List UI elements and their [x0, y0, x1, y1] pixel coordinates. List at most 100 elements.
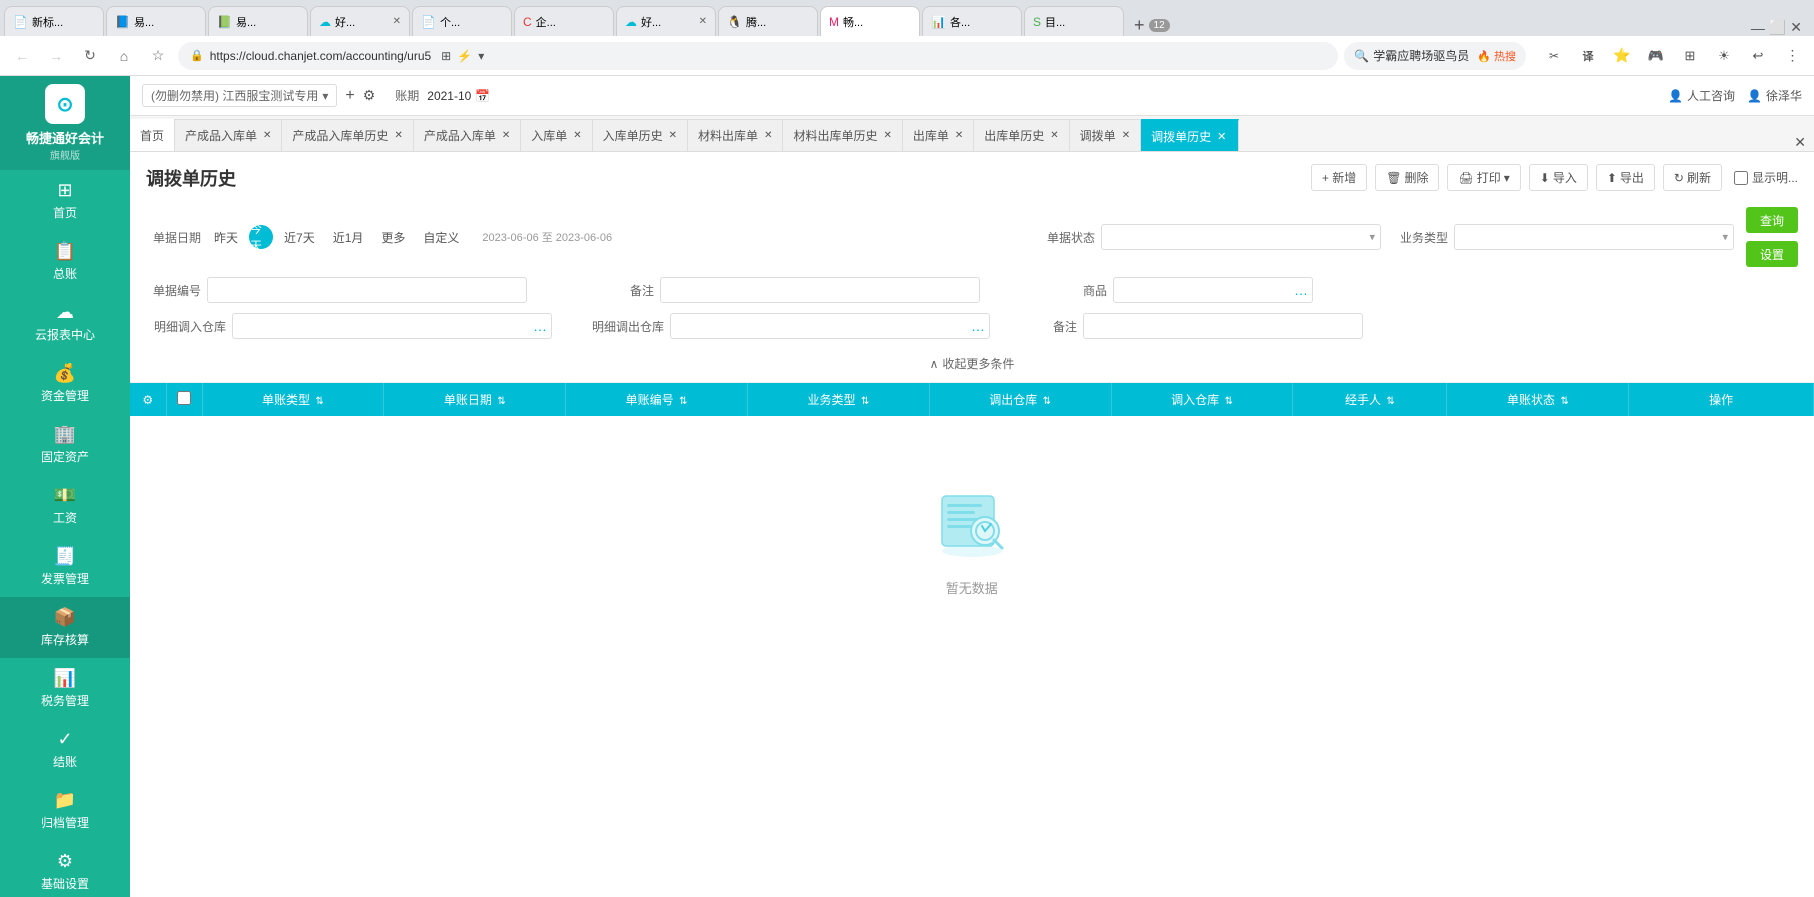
print-button[interactable]: 🖨 打印 ▾ — [1447, 164, 1520, 191]
tab-close-finished-in-history[interactable]: ✕ — [394, 130, 402, 141]
star-button[interactable]: ☆ — [144, 42, 172, 70]
date-btn-1month[interactable]: 近1月 — [326, 226, 371, 249]
export-button[interactable]: ⬆ 导出 — [1596, 164, 1655, 191]
date-btn-7days[interactable]: 近7天 — [277, 226, 322, 249]
filter-detail-in-input-area[interactable]: … — [232, 313, 552, 339]
th-operator[interactable]: 经手人 ⇅ — [1293, 383, 1447, 416]
collapse-button[interactable]: ∧ 收起更多条件 — [922, 353, 1023, 374]
browser-tab-8[interactable]: M 畅... — [820, 6, 920, 36]
translate-icon[interactable]: 译 — [1574, 42, 1602, 70]
refresh-page-button[interactable]: ↻ 刷新 — [1663, 164, 1722, 191]
tab-close-in-history[interactable]: ✕ — [669, 130, 677, 141]
filter-status-select[interactable] — [1101, 224, 1381, 250]
search-bar[interactable]: 🔍 学霸应聘场驱鸟员 🔥 热搜 — [1344, 42, 1526, 70]
tab-close-material-out[interactable]: ✕ — [764, 130, 772, 141]
sidebar-item-invoice[interactable]: 🧾 发票管理 — [0, 536, 130, 597]
goods-more-icon[interactable]: … — [1294, 282, 1308, 298]
tab-right-close[interactable]: ✕ — [1794, 134, 1814, 151]
th-status[interactable]: 单账状态 ⇅ — [1447, 383, 1629, 416]
delete-button[interactable]: 🗑 删除 — [1375, 164, 1439, 191]
query-button[interactable]: 查询 — [1746, 207, 1798, 233]
filter-settings-button[interactable]: 设置 — [1746, 241, 1798, 267]
select-all-checkbox[interactable] — [177, 391, 191, 405]
browser-tab-0[interactable]: 📄 新标... — [4, 6, 104, 36]
browser-tab-10[interactable]: S 目... — [1024, 6, 1124, 36]
tab-in-history[interactable]: 入库单历史 ✕ — [593, 119, 688, 151]
th-date[interactable]: 单账日期 ⇅ — [384, 383, 566, 416]
new-button[interactable]: + 新增 — [1311, 164, 1367, 191]
tab-close-finished-in[interactable]: ✕ — [263, 130, 271, 141]
tab-finished-in-2[interactable]: 产成品入库单 ✕ — [414, 119, 521, 151]
sidebar-item-assets[interactable]: 🏢 固定资产 — [0, 414, 130, 475]
company-selector[interactable]: (勿删勿禁用) 江西服宝测试专用 ▾ — [142, 84, 337, 107]
tab-finished-in-history[interactable]: 产成品入库单历史 ✕ — [282, 119, 413, 151]
tab-close-6[interactable]: ✕ — [699, 16, 707, 27]
scissors-icon[interactable]: ✂ — [1540, 42, 1568, 70]
browser-tab-2[interactable]: 📗 易... — [208, 6, 308, 36]
sidebar-item-inventory[interactable]: 📦 库存核算 — [0, 597, 130, 658]
maximize-button[interactable]: ⬜ — [1769, 19, 1786, 36]
home-button[interactable]: ⌂ — [110, 42, 138, 70]
th-in-warehouse[interactable]: 调入仓库 ⇅ — [1111, 383, 1293, 416]
th-gear[interactable]: ⚙ — [130, 383, 166, 416]
tab-in[interactable]: 入库单 ✕ — [521, 119, 592, 151]
refresh-browser-button[interactable]: ↻ — [76, 42, 104, 70]
sidebar-item-closing[interactable]: ✓ 结账 — [0, 719, 130, 780]
th-out-warehouse[interactable]: 调出仓库 ⇅ — [929, 383, 1111, 416]
add-company-button[interactable]: + — [345, 87, 354, 105]
new-tab-button[interactable]: + — [1134, 15, 1145, 36]
tab-transfer[interactable]: 调拨单 ✕ — [1070, 119, 1141, 151]
brightness-icon[interactable]: ☀ — [1710, 42, 1738, 70]
th-number[interactable]: 单账编号 ⇅ — [566, 383, 748, 416]
filter-note-input[interactable] — [1083, 313, 1363, 339]
tab-close-out[interactable]: ✕ — [955, 130, 963, 141]
tab-close-material-out-history[interactable]: ✕ — [883, 130, 891, 141]
table-gear-icon[interactable]: ⚙ — [142, 393, 153, 407]
tab-out-history[interactable]: 出库单历史 ✕ — [974, 119, 1069, 151]
filter-detail-out-input-area[interactable]: … — [670, 313, 990, 339]
browser-tab-9[interactable]: 📊 各... — [922, 6, 1022, 36]
browser-tab-7[interactable]: 🐧 腾... — [718, 6, 818, 36]
detail-out-more-icon[interactable]: … — [971, 318, 985, 334]
th-type[interactable]: 单账类型 ⇅ — [202, 383, 384, 416]
settings-gear-icon[interactable]: ⚙ — [363, 87, 376, 104]
browser-tab-5[interactable]: C 企... — [514, 6, 614, 36]
th-checkbox[interactable] — [166, 383, 202, 416]
customer-service-btn[interactable]: 👤 人工咨询 — [1668, 87, 1735, 104]
date-btn-more[interactable]: 更多 — [374, 226, 412, 249]
sidebar-item-home[interactable]: ⊞ 首页 — [0, 170, 130, 231]
tab-close-in[interactable]: ✕ — [573, 130, 581, 141]
sidebar-item-settings[interactable]: ⚙ 基础设置 — [0, 841, 130, 897]
sidebar-item-tax[interactable]: 📊 税务管理 — [0, 658, 130, 719]
sidebar-item-archive[interactable]: 📁 归档管理 — [0, 780, 130, 841]
date-btn-yesterday[interactable]: 昨天 — [207, 226, 245, 249]
more-options-icon[interactable]: ⋮ — [1778, 42, 1806, 70]
date-btn-custom[interactable]: 自定义 — [416, 226, 466, 249]
address-bar[interactable]: 🔒 https://cloud.chanjet.com/accounting/u… — [178, 42, 1338, 70]
date-btn-today[interactable]: 今天 — [249, 225, 273, 249]
detail-in-more-icon[interactable]: … — [533, 318, 547, 334]
import-button[interactable]: ⬇ 导入 — [1529, 164, 1588, 191]
tab-home[interactable]: 首页 — [130, 119, 175, 151]
sidebar-logo[interactable]: ⊙ 畅捷通好会计 旗舰版 — [0, 76, 130, 170]
filter-docnum-input[interactable] — [207, 277, 527, 303]
tab-close-transfer[interactable]: ✕ — [1122, 130, 1130, 141]
tab-finished-in[interactable]: 产成品入库单 ✕ — [175, 119, 282, 151]
star-2-icon[interactable]: ⭐ — [1608, 42, 1636, 70]
th-business[interactable]: 业务类型 ⇅ — [747, 383, 929, 416]
sidebar-item-funds[interactable]: 💰 资金管理 — [0, 353, 130, 414]
tab-close-3[interactable]: ✕ — [393, 16, 401, 27]
game-icon[interactable]: 🎮 — [1642, 42, 1670, 70]
filter-goods-input-area[interactable]: … — [1113, 277, 1313, 303]
filter-business-select[interactable] — [1454, 224, 1734, 250]
grid-icon[interactable]: ⊞ — [1676, 42, 1704, 70]
browser-tab-1[interactable]: 📘 易... — [106, 6, 206, 36]
tab-out[interactable]: 出库单 ✕ — [903, 119, 974, 151]
tab-material-out-history[interactable]: 材料出库单历史 ✕ — [783, 119, 902, 151]
close-button[interactable]: ✕ — [1790, 19, 1802, 36]
tab-close-transfer-history[interactable]: ✕ — [1215, 130, 1228, 143]
forward-button[interactable]: → — [42, 42, 70, 70]
sidebar-item-salary[interactable]: 💵 工资 — [0, 475, 130, 536]
period-selector[interactable]: 2021-10 📅 — [427, 89, 490, 103]
tab-close-finished-in-2[interactable]: ✕ — [502, 130, 510, 141]
